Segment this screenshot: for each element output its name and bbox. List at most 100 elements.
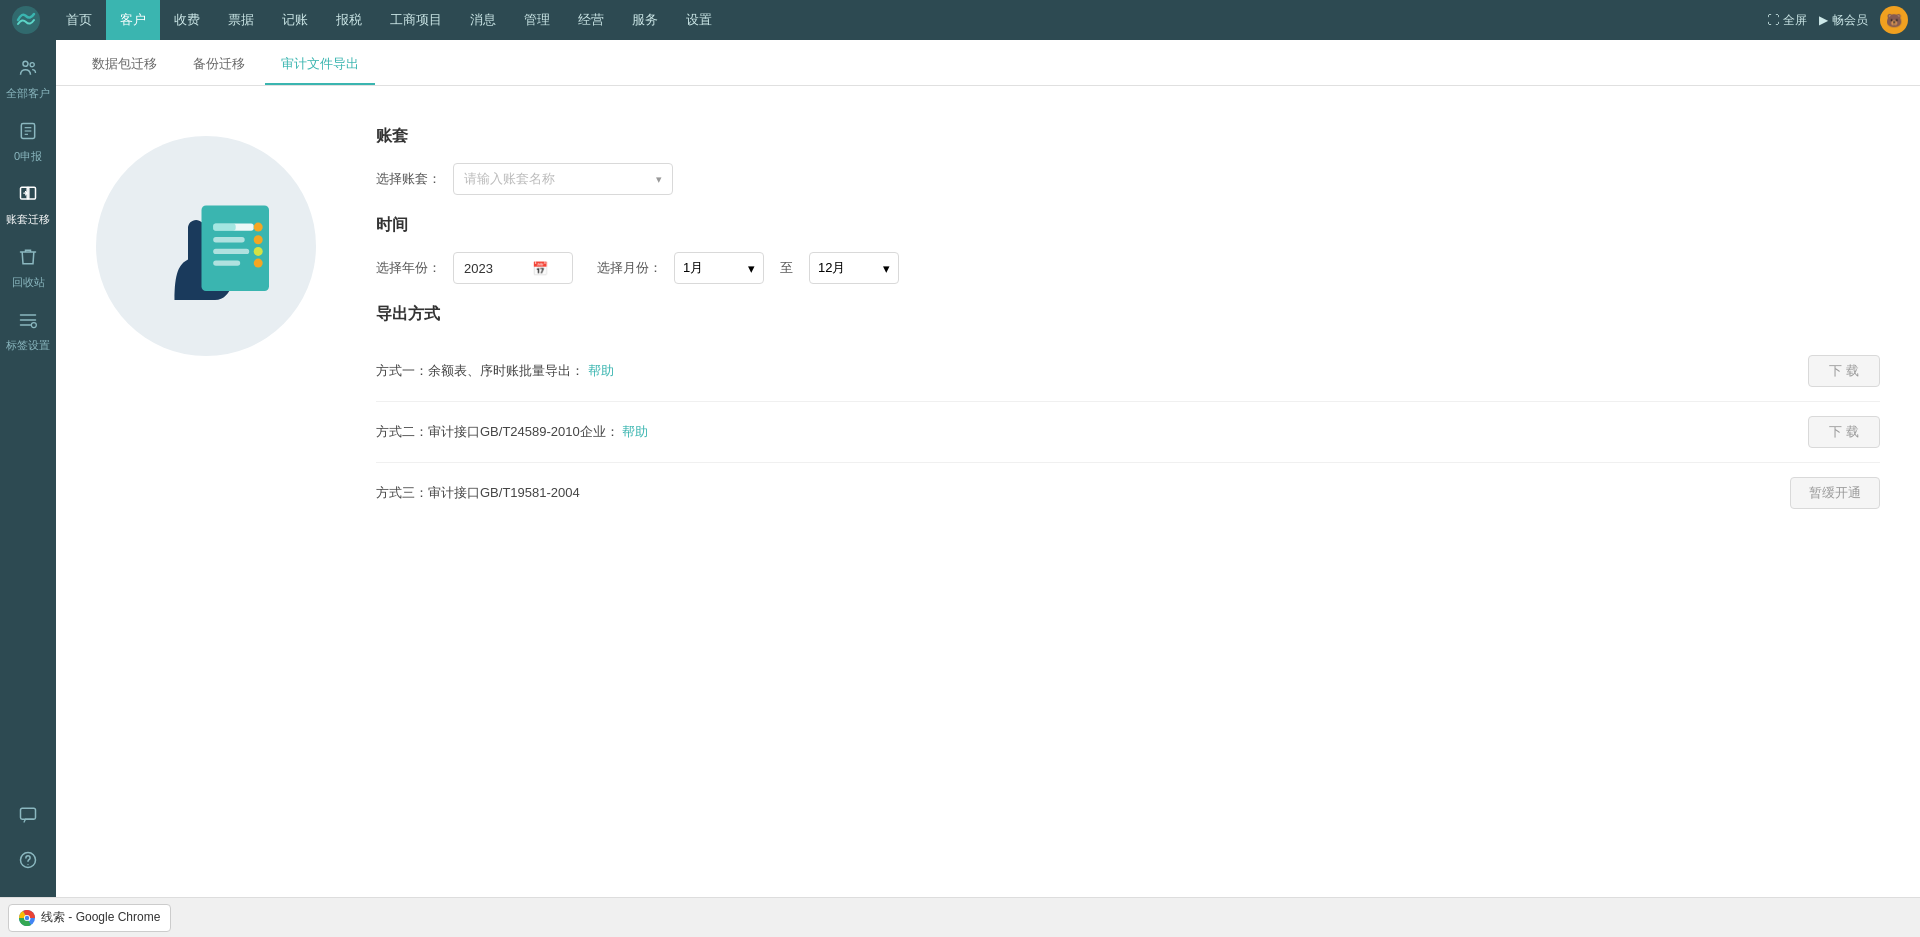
method-2-help-link[interactable]: 帮助 xyxy=(622,424,648,439)
taskbar: 线索 - Google Chrome xyxy=(0,897,1920,937)
sidebar-item-recycle[interactable]: 回收站 xyxy=(0,237,56,300)
fullscreen-label: 全屏 xyxy=(1783,12,1807,29)
section-export-title: 导出方式 xyxy=(376,304,1880,325)
svg-rect-15 xyxy=(213,237,245,242)
fullscreen-button[interactable]: ⛶ 全屏 xyxy=(1767,12,1807,29)
sidebar-bottom-area xyxy=(0,795,56,897)
svg-point-21 xyxy=(254,259,263,268)
tabs-bar: 数据包迁移 备份迁移 审计文件导出 xyxy=(56,40,1920,86)
main-layout: 全部客户 0申报 账套迁移 xyxy=(0,40,1920,897)
svg-point-18 xyxy=(254,223,263,232)
nav-item-tax[interactable]: 报税 xyxy=(322,0,376,40)
nav-item-client[interactable]: 客户 xyxy=(106,0,160,40)
nav-item-manage[interactable]: 管理 xyxy=(510,0,564,40)
svg-rect-16 xyxy=(213,249,249,254)
method-2-label: 方式二：审计接口GB/T24589-2010企业： xyxy=(376,424,619,439)
zero-declare-icon xyxy=(18,121,38,146)
month-end-select[interactable]: 12月 ▾ xyxy=(809,252,899,284)
label-select-month: 选择月份： xyxy=(597,259,662,277)
nav-item-fee[interactable]: 收费 xyxy=(160,0,214,40)
content-area: 数据包迁移 备份迁移 审计文件导出 xyxy=(56,40,1920,897)
svg-point-12 xyxy=(27,864,28,865)
chrome-icon xyxy=(19,910,35,926)
member-button[interactable]: ▶ 畅会员 xyxy=(1819,12,1868,29)
illustration-svg xyxy=(116,156,296,336)
method-row-1: 方式一：余额表、序时账批量导出： 帮助 下 载 xyxy=(376,341,1880,402)
taskbar-chrome-item[interactable]: 线索 - Google Chrome xyxy=(8,904,171,932)
method-3-text: 方式三：审计接口GB/T19581-2004 xyxy=(376,484,1780,502)
illustration-area xyxy=(96,116,316,356)
sidebar-item-chat[interactable] xyxy=(0,795,56,840)
taskbar-item-label: 线索 - Google Chrome xyxy=(41,909,160,926)
nav-item-operation[interactable]: 经营 xyxy=(564,0,618,40)
recycle-icon xyxy=(18,247,38,272)
svg-point-9 xyxy=(31,323,36,328)
svg-point-2 xyxy=(30,63,34,67)
method-1-help-link[interactable]: 帮助 xyxy=(588,363,614,378)
svg-rect-17 xyxy=(213,260,240,265)
sidebar-label-tag-settings: 标签设置 xyxy=(6,338,50,353)
sidebar-item-zero-declare[interactable]: 0申报 xyxy=(0,111,56,174)
svg-rect-10 xyxy=(21,808,36,819)
sidebar-label-all-clients: 全部客户 xyxy=(6,86,50,101)
nav-right-area: ⛶ 全屏 ▶ 畅会员 🐻 xyxy=(1767,0,1908,40)
method-1-download-button[interactable]: 下 载 xyxy=(1808,355,1880,387)
sidebar-item-help[interactable] xyxy=(0,840,56,885)
sidebar-label-recycle: 回收站 xyxy=(12,275,45,290)
chat-icon xyxy=(18,805,38,830)
month-end-value: 12月 xyxy=(818,259,845,277)
fullscreen-icon: ⛶ xyxy=(1767,13,1779,27)
nav-item-service[interactable]: 服务 xyxy=(618,0,672,40)
nav-item-home[interactable]: 首页 xyxy=(52,0,106,40)
tab-audit-export[interactable]: 审计文件导出 xyxy=(265,45,375,85)
method-3-open-button[interactable]: 暂缓开通 xyxy=(1790,477,1880,509)
account-select[interactable]: 请输入账套名称 ▾ xyxy=(453,163,673,195)
top-navigation: 首页 客户 收费 票据 记账 报税 工商项目 消息 管理 经营 服务 设置 ⛶ … xyxy=(0,0,1920,40)
method-2-download-button[interactable]: 下 载 xyxy=(1808,416,1880,448)
month-start-value: 1月 xyxy=(683,259,703,277)
section-time-title: 时间 xyxy=(376,215,1880,236)
method-1-label: 方式一：余额表、序时账批量导出： xyxy=(376,363,584,378)
section-account-title: 账套 xyxy=(376,126,1880,147)
account-row: 选择账套： 请输入账套名称 ▾ xyxy=(376,163,1880,195)
between-label: 至 xyxy=(776,259,797,277)
svg-point-0 xyxy=(12,6,40,34)
app-logo xyxy=(8,2,44,38)
method-1-text: 方式一：余额表、序时账批量导出： 帮助 xyxy=(376,362,1798,380)
time-row: 选择年份： 📅 选择月份： 1月 ▾ 至 12月 ▾ xyxy=(376,252,1880,284)
month-end-chevron-icon: ▾ xyxy=(883,261,890,276)
export-section: 导出方式 方式一：余额表、序时账批量导出： 帮助 下 载 方式二：审计接口GB/… xyxy=(376,304,1880,523)
nav-item-bookkeeping[interactable]: 记账 xyxy=(268,0,322,40)
method-3-label: 方式三：审计接口GB/T19581-2004 xyxy=(376,485,580,500)
year-value-input[interactable] xyxy=(464,261,524,276)
nav-item-invoice[interactable]: 票据 xyxy=(214,0,268,40)
year-input[interactable]: 📅 xyxy=(453,252,573,284)
user-avatar[interactable]: 🐻 xyxy=(1880,6,1908,34)
sidebar-item-all-clients[interactable]: 全部客户 xyxy=(0,48,56,111)
svg-point-20 xyxy=(254,247,263,256)
help-icon xyxy=(18,850,38,875)
tab-backup-migrate[interactable]: 备份迁移 xyxy=(177,45,261,85)
sidebar-item-account-migrate[interactable]: 账套迁移 xyxy=(0,174,56,237)
form-area: 账套 选择账套： 请输入账套名称 ▾ 时间 选择年份： 📅 选 xyxy=(376,116,1880,523)
sidebar-label-zero-declare: 0申报 xyxy=(14,149,42,164)
all-clients-icon xyxy=(18,58,38,83)
nav-item-message[interactable]: 消息 xyxy=(456,0,510,40)
account-placeholder: 请输入账套名称 xyxy=(464,170,555,188)
method-2-text: 方式二：审计接口GB/T24589-2010企业： 帮助 xyxy=(376,423,1798,441)
svg-point-1 xyxy=(23,61,28,66)
method-row-3: 方式三：审计接口GB/T19581-2004 暂缓开通 xyxy=(376,463,1880,523)
nav-item-settings[interactable]: 设置 xyxy=(672,0,726,40)
play-icon: ▶ xyxy=(1819,13,1828,27)
account-chevron-icon: ▾ xyxy=(656,173,662,186)
tab-data-migrate[interactable]: 数据包迁移 xyxy=(76,45,173,85)
svg-point-19 xyxy=(254,235,263,244)
label-select-year: 选择年份： xyxy=(376,259,441,277)
month-start-select[interactable]: 1月 ▾ xyxy=(674,252,764,284)
svg-point-26 xyxy=(25,915,29,919)
method-row-2: 方式二：审计接口GB/T24589-2010企业： 帮助 下 载 xyxy=(376,402,1880,463)
sidebar-item-tag-settings[interactable]: 标签设置 xyxy=(0,300,56,363)
nav-item-business[interactable]: 工商项目 xyxy=(376,0,456,40)
calendar-icon: 📅 xyxy=(532,261,548,276)
account-migrate-icon xyxy=(18,184,38,209)
